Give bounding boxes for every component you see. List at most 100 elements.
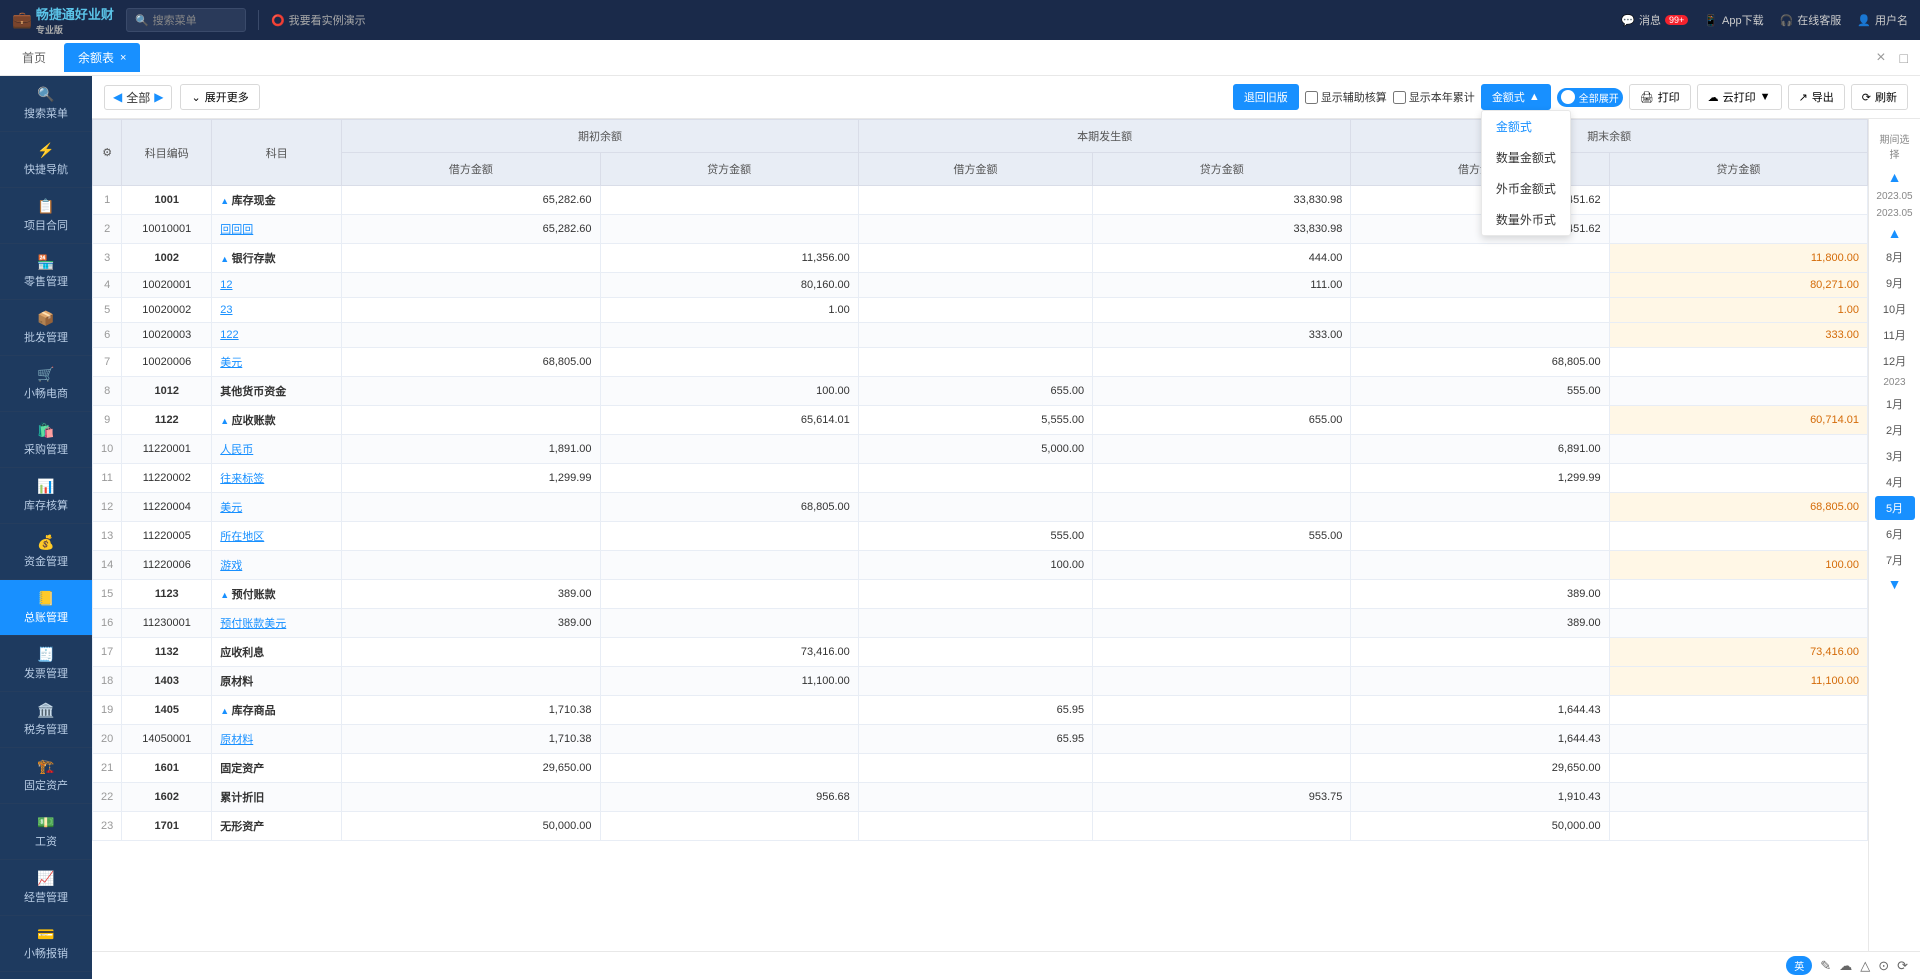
sidebar-item-capital[interactable]: 💰 资金管理 [0,524,92,580]
balance-type-button[interactable]: 金额式 ▲ [1481,84,1551,110]
circle-icon[interactable]: ⊙ [1878,958,1889,974]
row-name[interactable]: ▲ 应收账款 [212,406,342,435]
row-name[interactable]: ▲ 库存现金 [212,186,342,215]
row-bq_cr [1093,696,1351,725]
row-name[interactable]: ▲ 银行存款 [212,244,342,273]
month-9[interactable]: 9月 [1875,271,1915,295]
message-button[interactable]: 💬 消息 99+ [1621,12,1688,28]
period-down-arrow[interactable]: ▼ [1886,574,1904,594]
sidebar-item-wholesale[interactable]: 📦 批发管理 [0,300,92,356]
settings-header[interactable]: ⚙ [93,120,122,186]
sidebar-item-ecommerce[interactable]: 🛒 小畅电商 [0,356,92,412]
arrow-right-icon[interactable]: ▶ [154,90,163,104]
cloud-icon[interactable]: ☁ [1839,958,1852,974]
expand-more-button[interactable]: ⌄ 展开更多 [180,84,259,110]
row-name[interactable]: 122 [212,323,342,348]
month-12[interactable]: 12月 [1875,349,1915,373]
dropdown-item-qty-foreign[interactable]: 数量外币式 [1482,204,1570,235]
triangle-icon[interactable]: △ [1860,958,1870,974]
sidebar-item-inventory[interactable]: 📊 库存核算 [0,468,92,524]
dropdown-item-foreign-amount[interactable]: 外币金额式 [1482,173,1570,204]
month-2[interactable]: 2月 [1875,418,1915,442]
expand-all-toggle[interactable]: 全部展开 [1557,88,1623,107]
arrow-left-icon[interactable]: ◀ [113,90,122,104]
export-label: 导出 [1812,89,1834,105]
month-5[interactable]: 5月 [1875,496,1915,520]
row-name[interactable]: 回回回 [212,215,342,244]
window-maximize-button[interactable]: □ [1896,50,1912,66]
edit-icon[interactable]: ✎ [1820,958,1831,974]
row-name[interactable]: 美元 [212,493,342,522]
search-icon: 🔍 [135,14,149,27]
app-download-button[interactable]: 📱 App下载 [1704,12,1763,28]
month-6[interactable]: 6月 [1875,522,1915,546]
row-name[interactable]: 累计折旧 [212,783,342,812]
row-name[interactable]: 预付账款美元 [212,609,342,638]
sidebar-item-ledger[interactable]: 📒 总账管理 [0,580,92,636]
sidebar-item-fixed-assets[interactable]: 🏗️ 固定资产 [0,748,92,804]
subject-search-box[interactable]: ◀ 全部 ▶ [104,85,172,110]
table-row: 1411220006游戏100.00100.00 [93,551,1868,580]
sidebar-item-tax[interactable]: 🏛️ 税务管理 [0,692,92,748]
row-name[interactable]: 固定资产 [212,754,342,783]
window-close-button[interactable]: × [1870,49,1891,67]
dropdown-item-amount[interactable]: 金额式 [1482,111,1570,142]
month-7[interactable]: 7月 [1875,548,1915,572]
sidebar-item-operations[interactable]: 📈 经营管理 [0,860,92,916]
row-name[interactable]: 游戏 [212,551,342,580]
row-number: 7 [93,348,122,377]
online-service-button[interactable]: 🎧 在线客服 [1780,12,1842,28]
row-name[interactable]: 美元 [212,348,342,377]
sidebar-item-quick-nav[interactable]: ⚡ 快捷导航 [0,132,92,188]
sidebar-item-expense[interactable]: 💳 小畅报销 [0,916,92,972]
return-old-version-button[interactable]: 退回旧版 [1233,84,1299,110]
table-row: 31002▲ 银行存款11,356.00444.0011,800.00 [93,244,1868,273]
tab-home[interactable]: 首页 [8,43,60,72]
cloud-print-button[interactable]: ☁ 云打印 ▼ [1697,84,1782,110]
show-ytd-checkbox[interactable] [1393,91,1406,104]
row-name[interactable]: 无形资产 [212,812,342,841]
period-up-arrow[interactable]: ▲ [1886,167,1904,187]
row-name[interactable]: 往来标签 [212,464,342,493]
lang-button[interactable]: 英 [1786,956,1812,975]
dropdown-item-qty-amount[interactable]: 数量金额式 [1482,142,1570,173]
sidebar-item-retail[interactable]: 🏪 零售管理 [0,244,92,300]
tab-close-icon[interactable]: × [120,52,126,64]
row-name[interactable]: 所在地区 [212,522,342,551]
sidebar-item-invoice[interactable]: 🧾 发票管理 [0,636,92,692]
row-name[interactable]: 12 [212,273,342,298]
demo-button[interactable]: ⭕ 我要看实例演示 [271,12,366,28]
rotate-icon[interactable]: ⟳ [1897,958,1908,974]
sidebar-item-basic-info[interactable]: ℹ️ 基础信息 [0,972,92,979]
top-search-box[interactable]: 🔍 搜索菜单 [126,8,246,32]
sidebar-item-purchase[interactable]: 🛍️ 采购管理 [0,412,92,468]
row-code: 10020006 [122,348,212,377]
row-name[interactable]: 其他货币资金 [212,377,342,406]
row-name[interactable]: 原材料 [212,725,342,754]
row-name[interactable]: 23 [212,298,342,323]
month-3[interactable]: 3月 [1875,444,1915,468]
month-11[interactable]: 11月 [1875,323,1915,347]
period-up-arrow2[interactable]: ▲ [1886,223,1904,243]
opening-cr-header: 贷方金额 [600,153,858,186]
user-button[interactable]: 👤 用户名 [1857,12,1908,28]
month-1[interactable]: 1月 [1875,392,1915,416]
row-name[interactable]: ▲ 库存商品 [212,696,342,725]
sidebar-item-project-contract[interactable]: 📋 项目合同 [0,188,92,244]
month-10[interactable]: 10月 [1875,297,1915,321]
sidebar-item-search[interactable]: 🔍 搜索菜单 [0,76,92,132]
row-qc_cr [600,215,858,244]
print-button[interactable]: 🖨 打印 [1629,84,1691,110]
tab-balance-sheet[interactable]: 余额表 × [64,43,140,72]
sidebar-item-payroll[interactable]: 💵 工资 [0,804,92,860]
export-button[interactable]: ↗ 导出 [1788,84,1845,110]
row-name[interactable]: 应收利息 [212,638,342,667]
refresh-button[interactable]: ⟳ 刷新 [1851,84,1908,110]
show-assist-checkbox[interactable] [1305,91,1318,104]
month-4[interactable]: 4月 [1875,470,1915,494]
row-name[interactable]: ▲ 预付账款 [212,580,342,609]
month-8[interactable]: 8月 [1875,245,1915,269]
row-name[interactable]: 原材料 [212,667,342,696]
row-qc_cr: 956.68 [600,783,858,812]
row-name[interactable]: 人民币 [212,435,342,464]
